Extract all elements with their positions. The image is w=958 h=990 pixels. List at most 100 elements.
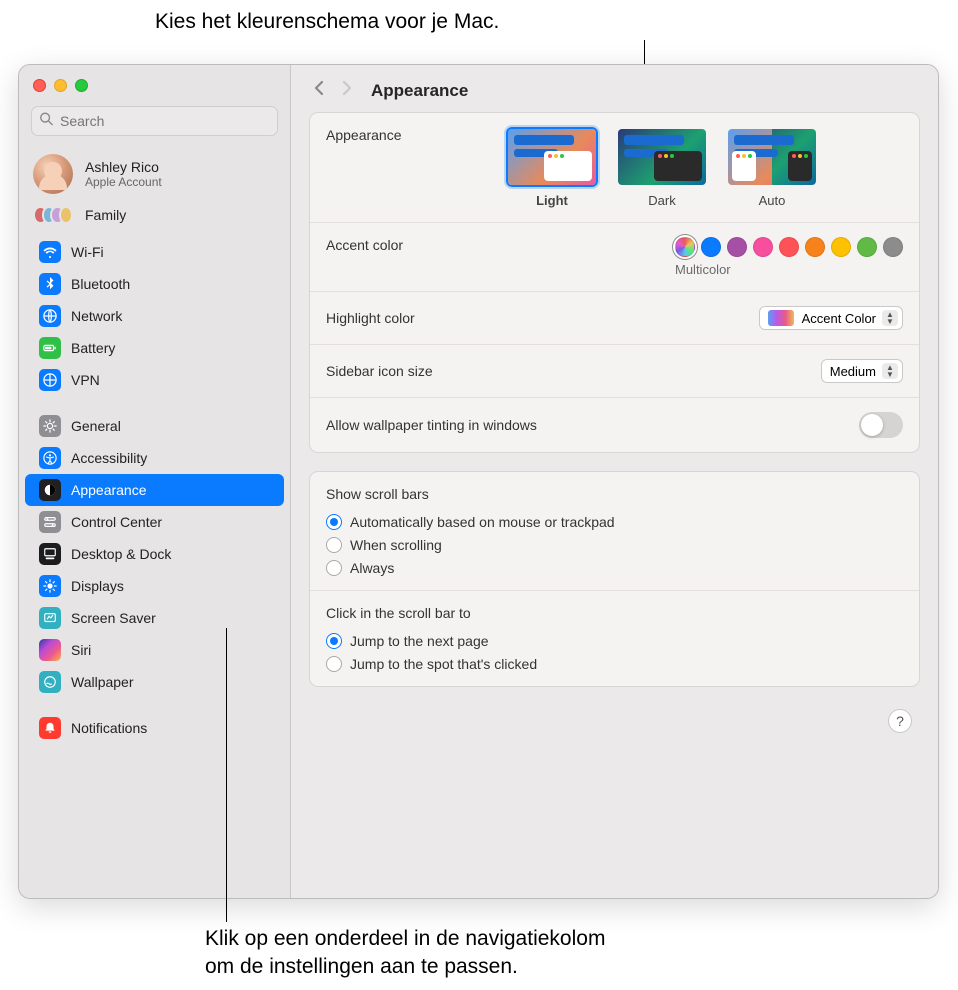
appearance-mode-dark[interactable]: Dark xyxy=(616,127,708,208)
wallpaper-tint-row-label: Allow wallpaper tinting in windows xyxy=(326,417,537,433)
accent-color-purple[interactable] xyxy=(727,237,747,257)
appearance-mode-light[interactable]: Light xyxy=(506,127,598,208)
sidebar-item-appearance[interactable]: Appearance xyxy=(25,474,284,506)
accessibility-icon xyxy=(39,447,61,469)
accent-color-red[interactable] xyxy=(779,237,799,257)
accent-color-yellow[interactable] xyxy=(831,237,851,257)
sidebar-icon-size-popup[interactable]: Medium ▲▼ xyxy=(821,359,903,383)
sidebar-item-label: Appearance xyxy=(71,482,147,498)
radio-icon xyxy=(326,514,342,530)
zoom-window-button[interactable] xyxy=(75,79,88,92)
sidebar-item-label: Notifications xyxy=(71,720,147,736)
search-input[interactable] xyxy=(31,106,278,136)
sidebar-item-label: Bluetooth xyxy=(71,276,130,292)
highlight-row-label: Highlight color xyxy=(326,310,506,326)
apple-account-row[interactable]: Ashley Rico Apple Account xyxy=(19,146,290,202)
wifi-icon xyxy=(39,241,61,263)
sidebar-size-row-label: Sidebar icon size xyxy=(326,363,506,379)
wallpaper-tint-toggle[interactable] xyxy=(859,412,903,438)
sidebar-item-label: Displays xyxy=(71,578,124,594)
sidebar-item-general[interactable]: General xyxy=(25,410,284,442)
family-row[interactable]: Family xyxy=(19,202,290,236)
displays-icon xyxy=(39,575,61,597)
appearance-icon xyxy=(39,479,61,501)
radio-label: Always xyxy=(350,560,394,576)
account-text: Ashley Rico Apple Account xyxy=(85,159,162,189)
accent-color-blue[interactable] xyxy=(701,237,721,257)
help-button[interactable]: ? xyxy=(888,709,912,733)
radio-label: When scrolling xyxy=(350,537,442,553)
close-window-button[interactable] xyxy=(33,79,46,92)
sidebar-scroll: Ashley Rico Apple Account Family Wi-Fi Bl… xyxy=(19,146,290,898)
family-avatars xyxy=(33,206,73,224)
search-icon xyxy=(39,112,53,131)
bluetooth-icon xyxy=(39,273,61,295)
sidebar-item-screensaver[interactable]: Screen Saver xyxy=(25,602,284,634)
account-name: Ashley Rico xyxy=(85,159,162,175)
callout-top: Kies het kleurenschema voor je Mac. xyxy=(155,10,499,34)
controlcenter-icon xyxy=(39,511,61,533)
sidebar-item-wallpaper[interactable]: Wallpaper xyxy=(25,666,284,698)
sidebar-item-controlcenter[interactable]: Control Center xyxy=(25,506,284,538)
radio-icon xyxy=(326,656,342,672)
radio-icon xyxy=(326,537,342,553)
general-icon xyxy=(39,415,61,437)
sidebar-item-wifi[interactable]: Wi-Fi xyxy=(25,236,284,268)
highlight-gradient-chip xyxy=(768,310,794,326)
wallpaper-icon xyxy=(39,671,61,693)
content: Appearance LightDarkAuto Accent color Mu… xyxy=(291,112,938,751)
scrollclick-option-spot[interactable]: Jump to the spot that's clicked xyxy=(326,656,537,672)
user-avatar xyxy=(33,154,73,194)
accent-swatches xyxy=(675,237,903,257)
sidebar-item-battery[interactable]: Battery xyxy=(25,332,284,364)
siri-icon xyxy=(39,639,61,661)
highlight-color-popup[interactable]: Accent Color ▲▼ xyxy=(759,306,903,330)
scrollbars-option-always[interactable]: Always xyxy=(326,560,615,576)
sidebar-item-label: Battery xyxy=(71,340,115,356)
radio-label: Automatically based on mouse or trackpad xyxy=(350,514,615,530)
scrollbars-option-scrolling[interactable]: When scrolling xyxy=(326,537,615,553)
sidebar-item-vpn[interactable]: VPN xyxy=(25,364,284,396)
scrollclick-option-nextpage[interactable]: Jump to the next page xyxy=(326,633,537,649)
sidebar-item-label: Control Center xyxy=(71,514,162,530)
accent-color-orange[interactable] xyxy=(805,237,825,257)
sidebar-item-network[interactable]: Network xyxy=(25,300,284,332)
accent-color-green[interactable] xyxy=(857,237,877,257)
accent-selected-label: Multicolor xyxy=(675,262,731,277)
page-title: Appearance xyxy=(371,81,468,101)
radio-label: Jump to the next page xyxy=(350,633,489,649)
sidebar-item-label: Network xyxy=(71,308,122,324)
sidebar-item-siri[interactable]: Siri xyxy=(25,634,284,666)
sidebar: Ashley Rico Apple Account Family Wi-Fi Bl… xyxy=(19,65,291,898)
header: Appearance xyxy=(291,65,938,112)
nav-forward-button[interactable] xyxy=(337,79,357,102)
notifications-icon xyxy=(39,717,61,739)
sidebar-item-bluetooth[interactable]: Bluetooth xyxy=(25,268,284,300)
sidebar-item-notifications[interactable]: Notifications xyxy=(25,712,284,744)
accent-color-graphite[interactable] xyxy=(883,237,903,257)
appearance-mode-auto[interactable]: Auto xyxy=(726,127,818,208)
main-pane: Appearance Appearance Light DarkAuto Acce… xyxy=(291,65,938,898)
radio-icon xyxy=(326,560,342,576)
scrollclick-group: Jump to the next page Jump to the spot th… xyxy=(326,633,537,672)
search-container xyxy=(31,106,278,136)
popup-arrows-icon: ▲▼ xyxy=(882,363,898,379)
scrollbars-option-auto[interactable]: Automatically based on mouse or trackpad xyxy=(326,514,615,530)
sidebar-item-desktopdock[interactable]: Desktop & Dock xyxy=(25,538,284,570)
scrollclick-heading: Click in the scroll bar to xyxy=(326,605,471,621)
appearance-row-label: Appearance xyxy=(326,127,506,143)
account-sub: Apple Account xyxy=(85,175,162,189)
sidebar-item-accessibility[interactable]: Accessibility xyxy=(25,442,284,474)
sidebar-size-value: Medium xyxy=(830,364,876,379)
minimize-window-button[interactable] xyxy=(54,79,67,92)
settings-window: Ashley Rico Apple Account Family Wi-Fi Bl… xyxy=(18,64,939,899)
accent-color-pink[interactable] xyxy=(753,237,773,257)
sidebar-item-displays[interactable]: Displays xyxy=(25,570,284,602)
sidebar-item-label: VPN xyxy=(71,372,100,388)
accent-color-multicolor[interactable] xyxy=(675,237,695,257)
sidebar-item-label: Wallpaper xyxy=(71,674,134,690)
sidebar-item-label: Wi-Fi xyxy=(71,244,104,260)
appearance-mode-label: Light xyxy=(536,193,568,208)
nav-back-button[interactable] xyxy=(309,79,329,102)
callout-line-bottom xyxy=(226,628,227,922)
